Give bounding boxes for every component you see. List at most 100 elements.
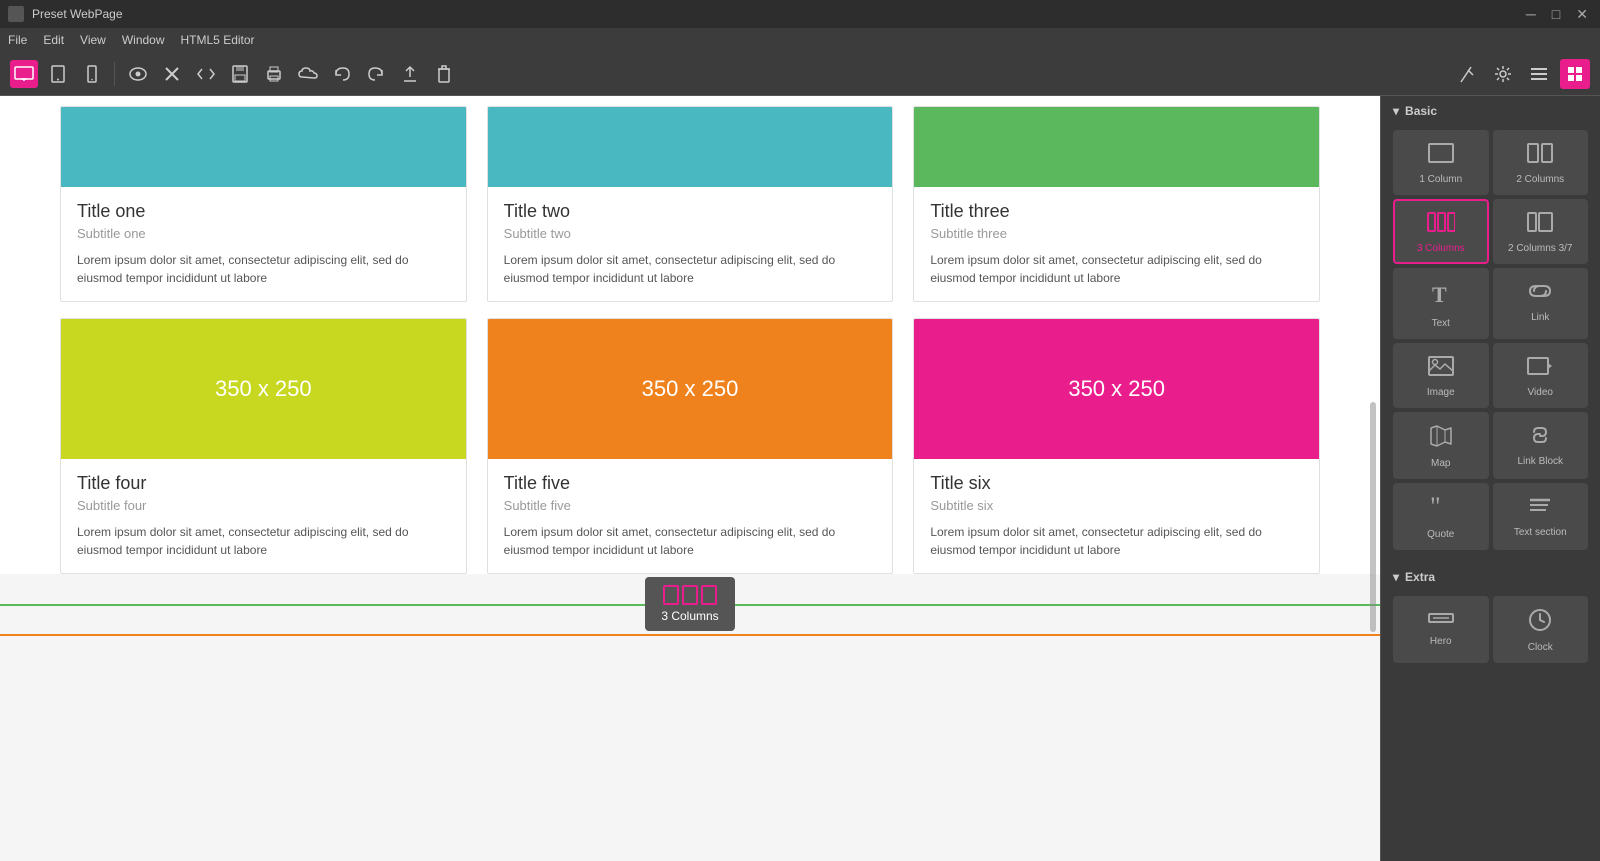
card-1-image — [61, 107, 466, 187]
video-icon — [1526, 355, 1554, 381]
panel-item-text[interactable]: T Text — [1393, 268, 1489, 339]
settings-button[interactable] — [1488, 59, 1518, 89]
pen-button[interactable] — [1452, 59, 1482, 89]
card-2-image — [488, 107, 893, 187]
svg-text:": " — [1430, 495, 1441, 519]
menu-button[interactable] — [1524, 59, 1554, 89]
cloud-button[interactable] — [293, 59, 323, 89]
close-button[interactable]: ✕ — [1572, 6, 1592, 23]
panel-item-linkblock[interactable]: Link Block — [1493, 412, 1589, 479]
link-label: Link — [1531, 312, 1549, 323]
card-6: 350 x 250 Title six Subtitle six Lorem i… — [913, 318, 1320, 574]
panel-item-textsection[interactable]: Text section — [1493, 483, 1589, 550]
toolbar-right — [1452, 59, 1590, 89]
app-title: Preset WebPage — [32, 7, 123, 21]
card-2-title: Title two — [504, 201, 877, 222]
drop-zone[interactable]: 3 Columns — [0, 574, 1380, 634]
preview-button[interactable] — [123, 59, 153, 89]
panel-item-hero[interactable]: Hero — [1393, 596, 1489, 663]
delete-button[interactable] — [429, 59, 459, 89]
print-button[interactable] — [259, 59, 289, 89]
card-4-subtitle: Subtitle four — [77, 498, 450, 513]
panel-item-clock[interactable]: Clock — [1493, 596, 1589, 663]
panel-item-2col[interactable]: 2 Columns — [1493, 130, 1589, 195]
card-1-title: Title one — [77, 201, 450, 222]
redo-button[interactable] — [361, 59, 391, 89]
card-2: Title two Subtitle two Lorem ipsum dolor… — [487, 106, 894, 302]
card-3-image — [914, 107, 1319, 187]
card-3-subtitle: Subtitle three — [930, 226, 1303, 241]
minimize-button[interactable]: ─ — [1522, 6, 1540, 23]
save-button[interactable] — [225, 59, 255, 89]
image-label: Image — [1427, 387, 1455, 398]
panel-item-image[interactable]: Image — [1393, 343, 1489, 408]
device-mobile[interactable] — [78, 60, 106, 88]
right-panel: ▾ Basic 1 Column 2 Columns — [1380, 96, 1600, 861]
panel-item-3col[interactable]: 3 Columns — [1393, 199, 1489, 264]
card-6-image: 350 x 250 — [914, 319, 1319, 459]
cards-grid-row1: Title one Subtitle one Lorem ipsum dolor… — [60, 106, 1320, 302]
orange-divider — [0, 634, 1380, 636]
card-3-title: Title three — [930, 201, 1303, 222]
linkblock-label: Link Block — [1517, 456, 1563, 467]
1col-icon — [1427, 142, 1455, 168]
panel-item-map[interactable]: Map — [1393, 412, 1489, 479]
link-icon — [1526, 280, 1554, 306]
col-icon-1 — [663, 585, 679, 605]
text-label: Text — [1432, 318, 1450, 329]
card-1: Title one Subtitle one Lorem ipsum dolor… — [60, 106, 467, 302]
card-6-subtitle: Subtitle six — [930, 498, 1303, 513]
select-button[interactable] — [157, 59, 187, 89]
canvas-area[interactable]: Title one Subtitle one Lorem ipsum dolor… — [0, 96, 1380, 861]
title-bar: Preset WebPage ─ □ ✕ — [0, 0, 1600, 28]
extra-section-header[interactable]: ▾ Extra — [1381, 562, 1600, 592]
menu-file[interactable]: File — [8, 33, 27, 47]
device-desktop[interactable] — [10, 60, 38, 88]
linkblock-icon — [1526, 424, 1554, 450]
2col-label: 2 Columns — [1516, 174, 1564, 185]
menu-edit[interactable]: Edit — [43, 33, 64, 47]
quote-icon: " — [1427, 495, 1455, 523]
panel-item-video[interactable]: Video — [1493, 343, 1589, 408]
menu-view[interactable]: View — [80, 33, 106, 47]
extra-panel-grid: Hero Clock — [1381, 592, 1600, 675]
card-5: 350 x 250 Title five Subtitle five Lorem… — [487, 318, 894, 574]
menu-bar: File Edit View Window HTML5 Editor — [0, 28, 1600, 52]
card-4-image: 350 x 250 — [61, 319, 466, 459]
map-icon — [1427, 424, 1455, 452]
panel-item-2col37[interactable]: 2 Columns 3/7 — [1493, 199, 1589, 264]
card-4-text: Lorem ipsum dolor sit amet, consectetur … — [77, 523, 450, 559]
device-tablet[interactable] — [44, 60, 72, 88]
upload-button[interactable] — [395, 59, 425, 89]
hero-label: Hero — [1430, 636, 1452, 647]
textsection-label: Text section — [1514, 527, 1567, 538]
video-label: Video — [1528, 387, 1553, 398]
3col-icon — [1427, 211, 1455, 237]
window-controls: ─ □ ✕ — [1522, 6, 1592, 23]
panel-item-quote[interactable]: " Quote — [1393, 483, 1489, 550]
undo-button[interactable] — [327, 59, 357, 89]
scrollbar[interactable] — [1370, 402, 1376, 632]
image-icon — [1427, 355, 1455, 381]
card-6-text: Lorem ipsum dolor sit amet, consectetur … — [930, 523, 1303, 559]
drop-label-text: 3 Columns — [661, 609, 718, 623]
menu-html5editor[interactable]: HTML5 Editor — [181, 33, 255, 47]
card-5-image: 350 x 250 — [488, 319, 893, 459]
drop-label: 3 Columns — [645, 577, 735, 631]
device-buttons — [10, 60, 106, 88]
card-2-subtitle: Subtitle two — [504, 226, 877, 241]
card-1-subtitle: Subtitle one — [77, 226, 450, 241]
panel-item-1col[interactable]: 1 Column — [1393, 130, 1489, 195]
toolbar — [0, 52, 1600, 96]
maximize-button[interactable]: □ — [1548, 6, 1564, 23]
panel-item-link[interactable]: Link — [1493, 268, 1589, 339]
svg-text:T: T — [1432, 282, 1447, 307]
grid-button[interactable] — [1560, 59, 1590, 89]
main-layout: Title one Subtitle one Lorem ipsum dolor… — [0, 96, 1600, 861]
2col37-icon — [1526, 211, 1554, 237]
basic-section-header[interactable]: ▾ Basic — [1381, 96, 1600, 126]
card-1-text: Lorem ipsum dolor sit amet, consectetur … — [77, 251, 450, 287]
code-button[interactable] — [191, 59, 221, 89]
col-icon-3 — [701, 585, 717, 605]
menu-window[interactable]: Window — [122, 33, 165, 47]
